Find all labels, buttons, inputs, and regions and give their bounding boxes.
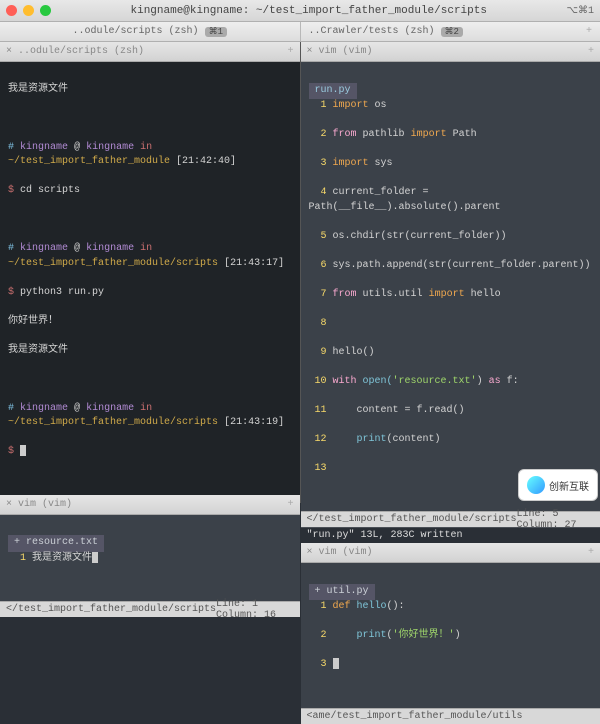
close-tab-icon[interactable]: × xyxy=(6,46,12,57)
pane-tab-row: × vim (vim) + xyxy=(0,495,300,515)
prompt-in: in xyxy=(140,142,152,153)
vim-pane-top-right[interactable]: run.py 1import os 2from pathlib import P… xyxy=(301,62,600,511)
pane-tab-row: × vim (vim) + xyxy=(301,42,600,62)
cursor-icon xyxy=(333,658,339,669)
tmux-tab-left[interactable]: ..odule/scripts (zsh) ⌘1 xyxy=(0,22,301,41)
watermark-icon xyxy=(527,476,545,494)
add-pane-icon[interactable]: + xyxy=(287,46,293,57)
tmux-tab-right[interactable]: ..Crawler/tests (zsh) ⌘2 + xyxy=(301,22,600,41)
prompt-at: @ xyxy=(74,142,80,153)
vim-tab[interactable]: + util.py xyxy=(309,584,375,601)
add-tab-icon[interactable]: + xyxy=(586,26,592,37)
close-icon[interactable] xyxy=(6,5,17,16)
status-path: </test_import_father_module/scripts xyxy=(307,514,517,525)
status-message: "run.py" 13L, 283C written xyxy=(307,530,463,541)
prompt-dollar: $ xyxy=(8,185,14,196)
pane-tab-label[interactable]: vim (vim) xyxy=(319,46,373,57)
vim-status-bar: </test_import_father_module/scripts Line… xyxy=(0,601,300,617)
vim-tab[interactable]: + resource.txt xyxy=(8,535,104,552)
status-path: <ame/test_import_father_module/utils xyxy=(307,711,523,722)
prompt-path: ~/test_import_father_module xyxy=(8,156,170,167)
terminal-pane-top-left[interactable]: 我是资源文件 # kingname @ kingname in ~/test_i… xyxy=(0,62,300,495)
tab-label: ..Crawler/tests (zsh) xyxy=(309,26,435,37)
traffic-lights xyxy=(6,5,51,16)
status-position: Line: 1 Column: 16 xyxy=(216,599,293,621)
close-tab-icon[interactable]: × xyxy=(307,46,313,57)
prompt-user: kingname xyxy=(20,142,68,153)
vim-status-bar: </test_import_father_module/scripts Line… xyxy=(301,511,600,527)
add-pane-icon[interactable]: + xyxy=(588,547,594,558)
terminal-output: 我是资源文件 xyxy=(8,83,292,98)
tmux-status-top: ..odule/scripts (zsh) ⌘1 ..Crawler/tests… xyxy=(0,22,600,42)
tab-label: ..odule/scripts (zsh) xyxy=(73,26,199,37)
pane-tab-row: × vim (vim) + xyxy=(301,543,600,563)
add-pane-icon[interactable]: + xyxy=(287,499,293,510)
add-pane-icon[interactable]: + xyxy=(588,46,594,57)
pane-tab-label[interactable]: vim (vim) xyxy=(18,499,72,510)
vim-pane-bottom-left[interactable]: + resource.txt 1 我是资源文件 xyxy=(0,515,300,602)
tab-shortcut-badge: ⌘2 xyxy=(441,27,463,37)
vim-status-bar: <ame/test_import_father_module/utils xyxy=(301,708,600,724)
close-tab-icon[interactable]: × xyxy=(6,499,12,510)
cursor-icon xyxy=(20,445,26,456)
prompt-time: [21:42:40] xyxy=(176,156,236,167)
prompt-host: kingname xyxy=(86,142,134,153)
pane-tab-row: × ..odule/scripts (zsh) + xyxy=(0,42,300,62)
terminal-output: 你好世界！ xyxy=(8,315,292,330)
pane-tab-label[interactable]: ..odule/scripts (zsh) xyxy=(18,46,144,57)
prompt-hash: # xyxy=(8,142,14,153)
command: cd scripts xyxy=(20,185,80,196)
watermark-text: 创新互联 xyxy=(549,478,589,493)
watermark-logo: 创新互联 xyxy=(518,469,598,501)
command: python3 run.py xyxy=(20,287,104,298)
vim-tab[interactable]: run.py xyxy=(309,83,357,100)
pane-tab-label[interactable]: vim (vim) xyxy=(319,547,373,558)
terminal-output: 我是资源文件 xyxy=(8,344,292,359)
status-path: </test_import_father_module/scripts xyxy=(6,604,216,615)
prompt-dollar: $ xyxy=(8,446,14,457)
zoom-icon[interactable] xyxy=(40,5,51,16)
vim-message-bar: "run.py" 13L, 283C written xyxy=(301,527,600,543)
minimize-icon[interactable] xyxy=(23,5,34,16)
window-shortcut: ⌥⌘1 xyxy=(566,5,594,17)
cursor-icon xyxy=(92,552,98,563)
window-titlebar: kingname@kingname: ~/test_import_father_… xyxy=(0,0,600,22)
close-tab-icon[interactable]: × xyxy=(307,547,313,558)
window-title: kingname@kingname: ~/test_import_father_… xyxy=(51,5,566,17)
line-number: 1 xyxy=(8,552,26,567)
vim-pane-bottom-right[interactable]: + util.py 1def hello(): 2 print('你好世界！')… xyxy=(301,563,600,708)
tab-shortcut-badge: ⌘1 xyxy=(205,27,227,37)
file-content: 我是资源文件 xyxy=(32,553,92,564)
